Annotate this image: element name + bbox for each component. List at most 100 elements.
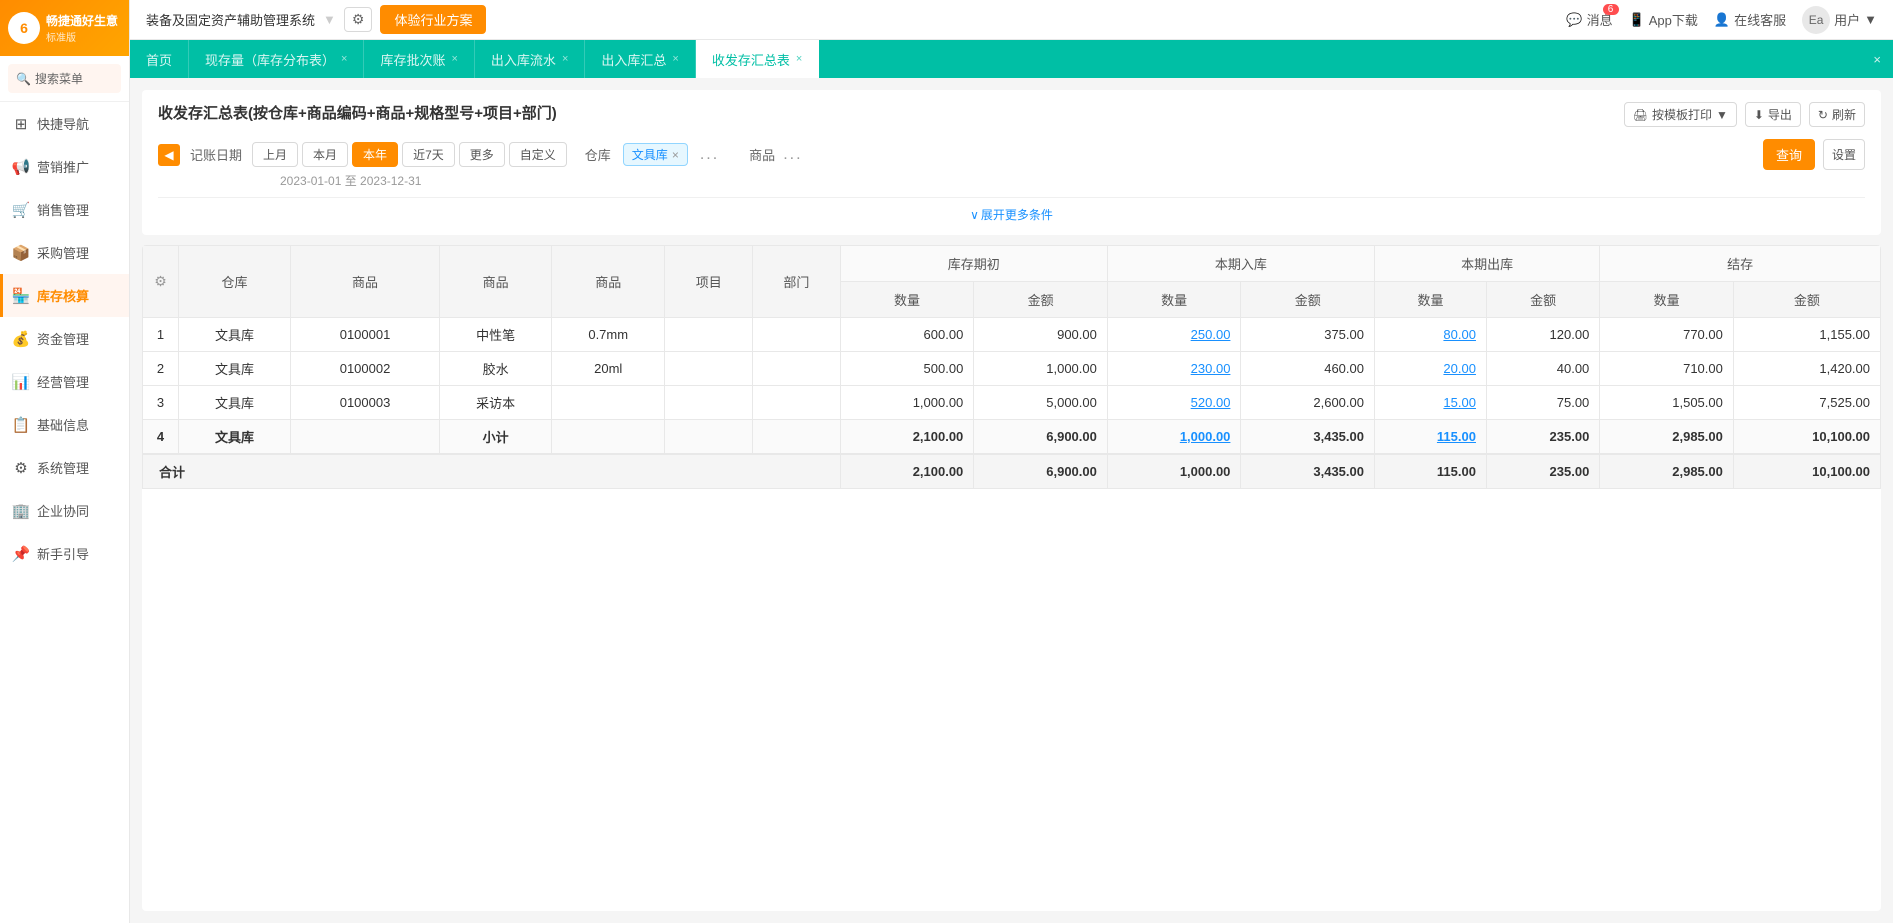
- filter-current-month[interactable]: 本月: [302, 142, 348, 167]
- date-range-display: 2023-01-01 至 2023-12-31: [280, 172, 1865, 189]
- subtotal-closing-amt: 10,100.00: [1733, 420, 1880, 455]
- col-header-goods-name: 商品: [440, 246, 552, 318]
- row3-closing-qty: 1,505.00: [1600, 386, 1734, 420]
- tab-stock-dist[interactable]: 现存量（库存分布表） ×: [189, 40, 364, 78]
- sidebar-item-base-info[interactable]: 📋 基础信息: [0, 403, 129, 446]
- finance-icon: 💰: [11, 330, 31, 348]
- export-button[interactable]: ⬇ 导出: [1745, 102, 1801, 127]
- row1-out-qty[interactable]: 80.00: [1374, 318, 1486, 352]
- row1-in-amt: 375.00: [1241, 318, 1375, 352]
- subtotal-out-qty[interactable]: 115.00: [1374, 420, 1486, 455]
- subtotal-row: 4 文具库 小计 2,100.00 6,900.00 1,000.00 3,43…: [143, 420, 1881, 455]
- warehouse-tag-close[interactable]: ×: [672, 148, 679, 162]
- refresh-icon: ↻: [1818, 108, 1828, 122]
- tab-bar-close-all[interactable]: ×: [1861, 52, 1893, 67]
- sidebar-item-newbie[interactable]: 📌 新手引导: [0, 532, 129, 575]
- total-out-amt: 235.00: [1486, 454, 1599, 489]
- user-action[interactable]: Ea 用户 ▼: [1802, 6, 1877, 34]
- row3-closing-amt: 7,525.00: [1733, 386, 1880, 420]
- page-title: 收发存汇总表(按仓库+商品编码+商品+规格型号+项目+部门): [158, 102, 557, 123]
- tab-batch-close[interactable]: ×: [451, 53, 457, 65]
- sidebar-item-operations[interactable]: 📊 经营管理: [0, 360, 129, 403]
- table-card: ⚙ 仓库 商品 商品 商品 项目 部门 库存期初 本期入库 本期出库 结存: [142, 245, 1881, 911]
- tab-stock-dist-close[interactable]: ×: [341, 53, 347, 65]
- settings-gear-button[interactable]: ⚙: [344, 7, 373, 32]
- tab-inout-flow-close[interactable]: ×: [562, 53, 568, 65]
- goods-more-btn[interactable]: ...: [783, 146, 802, 164]
- filter-current-year[interactable]: 本年: [352, 142, 398, 167]
- row1-in-qty[interactable]: 250.00: [1107, 318, 1241, 352]
- quick-nav-icon: ⊞: [11, 115, 31, 133]
- row1-project: [665, 318, 753, 352]
- table-settings-header: ⚙: [143, 246, 179, 318]
- total-label: 合计: [143, 454, 841, 489]
- filter-more[interactable]: 更多: [459, 142, 505, 167]
- row3-in-qty[interactable]: 520.00: [1107, 386, 1241, 420]
- row2-goods-spec: 20ml: [552, 352, 665, 386]
- col-closing-qty: 数量: [1600, 282, 1734, 318]
- sidebar-item-enterprise[interactable]: 🏢 企业协同: [0, 489, 129, 532]
- search-menu-button[interactable]: 🔍 搜索菜单: [8, 64, 121, 93]
- tab-home[interactable]: 首页: [130, 40, 189, 78]
- filter-collapse-btn[interactable]: ◀: [158, 144, 180, 166]
- warehouse-tag: 文具库 ×: [623, 143, 688, 166]
- row3-goods-name: 采访本: [440, 386, 552, 420]
- title-card: 收发存汇总表(按仓库+商品编码+商品+规格型号+项目+部门) 🖨 按模板打印 ▼…: [142, 90, 1881, 235]
- sidebar-item-marketing[interactable]: 📢 营销推广: [0, 145, 129, 188]
- sidebar-item-quick-nav[interactable]: ⊞ 快捷导航: [0, 102, 129, 145]
- subtotal-warehouse: 文具库: [179, 420, 291, 455]
- row3-opening-amt: 5,000.00: [974, 386, 1108, 420]
- query-button[interactable]: 查询: [1763, 139, 1815, 170]
- service-icon: 👤: [1714, 12, 1730, 28]
- page-header-actions: 🖨 按模板打印 ▼ ⬇ 导出 ↻ 刷新: [1624, 102, 1865, 127]
- app-download-action[interactable]: 📱 App下载: [1629, 10, 1698, 29]
- inventory-icon: 🏪: [11, 287, 31, 305]
- sidebar-item-finance[interactable]: 💰 资金管理: [0, 317, 129, 360]
- subtotal-goods-code: [290, 420, 439, 455]
- row2-out-qty[interactable]: 20.00: [1374, 352, 1486, 386]
- sidebar-item-inventory[interactable]: 🏪 库存核算: [0, 274, 129, 317]
- print-button[interactable]: 🖨 按模板打印 ▼: [1624, 102, 1737, 127]
- subtotal-seq: 4: [143, 420, 179, 455]
- tab-inout-summary-close[interactable]: ×: [672, 53, 678, 65]
- subtotal-opening-amt: 6,900.00: [974, 420, 1108, 455]
- print-icon: 🖨: [1633, 108, 1648, 122]
- row1-goods-spec: 0.7mm: [552, 318, 665, 352]
- row3-out-qty[interactable]: 15.00: [1374, 386, 1486, 420]
- sidebar-item-purchase[interactable]: 📦 采购管理: [0, 231, 129, 274]
- subtotal-project: [665, 420, 753, 455]
- sidebar: 6 畅捷通好生意 标准版 🔍 搜索菜单 ⊞ 快捷导航 📢 营销推广 🛒 销售管理…: [0, 0, 130, 923]
- expand-more-btn[interactable]: ∨ 展开更多条件: [970, 206, 1053, 223]
- col-opening-amt: 金额: [974, 282, 1108, 318]
- online-service-action[interactable]: 👤 在线客服: [1714, 10, 1786, 29]
- message-action[interactable]: 💬 消息 6: [1566, 10, 1612, 29]
- row2-in-qty[interactable]: 230.00: [1107, 352, 1241, 386]
- filter-custom[interactable]: 自定义: [509, 142, 567, 167]
- row1-goods-name: 中性笔: [440, 318, 552, 352]
- top-header: 装备及固定资产辅助管理系统 ▼ ⚙ 体验行业方案 💬 消息 6 📱 App下载 …: [130, 0, 1893, 40]
- experience-button[interactable]: 体验行业方案: [380, 5, 486, 34]
- refresh-button[interactable]: ↻ 刷新: [1809, 102, 1865, 127]
- filter-recent7[interactable]: 近7天: [402, 142, 455, 167]
- col-closing-amt: 金额: [1733, 282, 1880, 318]
- table-container: ⚙ 仓库 商品 商品 商品 项目 部门 库存期初 本期入库 本期出库 结存: [142, 245, 1881, 911]
- sidebar-item-sales[interactable]: 🛒 销售管理: [0, 188, 129, 231]
- total-row: 合计 2,100.00 6,900.00 1,000.00 3,435.00 1…: [143, 454, 1881, 489]
- tab-inout-flow[interactable]: 出入库流水 ×: [475, 40, 585, 78]
- row2-closing-qty: 710.00: [1600, 352, 1734, 386]
- marketing-icon: 📢: [11, 158, 31, 176]
- table-settings-icon[interactable]: ⚙: [154, 273, 167, 289]
- goods-filter-section: 商品 ...: [749, 145, 802, 164]
- subtotal-opening-qty: 2,100.00: [840, 420, 974, 455]
- tab-receive-summary[interactable]: 收发存汇总表 ×: [696, 40, 819, 78]
- sidebar-item-system[interactable]: ⚙ 系统管理: [0, 446, 129, 489]
- row2-closing-amt: 1,420.00: [1733, 352, 1880, 386]
- warehouse-more-btn[interactable]: ...: [700, 146, 719, 164]
- tab-receive-summary-close[interactable]: ×: [796, 53, 802, 65]
- tab-batch[interactable]: 库存批次账 ×: [364, 40, 474, 78]
- filter-upper-period[interactable]: 上月: [252, 142, 298, 167]
- subtotal-in-qty[interactable]: 1,000.00: [1107, 420, 1241, 455]
- settings-button[interactable]: 设置: [1823, 139, 1865, 170]
- tab-inout-summary[interactable]: 出入库汇总 ×: [585, 40, 695, 78]
- search-icon: 🔍: [16, 72, 31, 86]
